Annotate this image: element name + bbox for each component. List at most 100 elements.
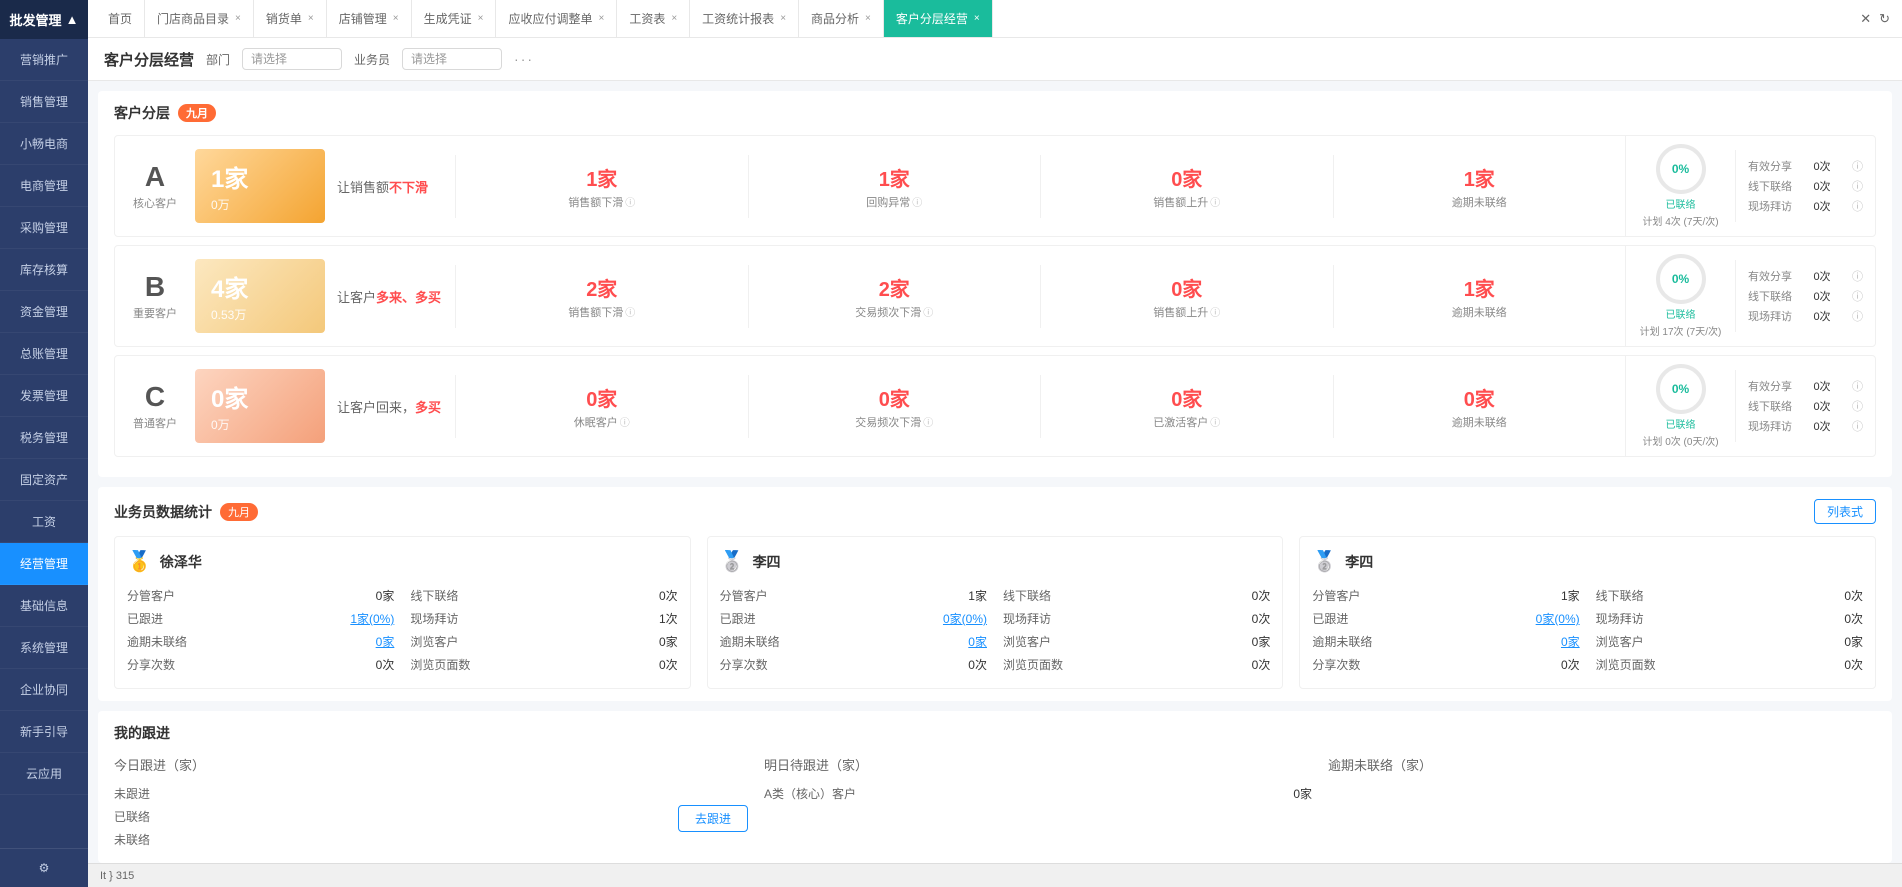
info-icon[interactable]: ⓘ [1210, 304, 1220, 319]
sidebar-item-库存核算[interactable]: 库存核算 [0, 249, 88, 291]
sidebar-item-发票管理[interactable]: 发票管理 [0, 375, 88, 417]
staff-stat-value: 0家 [1252, 633, 1271, 650]
tab-close-icon[interactable]: × [393, 14, 399, 24]
tab-门店商品目录[interactable]: 门店商品目录× [145, 0, 254, 38]
staff-section: 业务员数据统计 九月 列表式 🥇徐泽华分管客户0家已跟进1家(0%)逾期未联络0… [98, 487, 1892, 701]
sidebar-item-新手引导[interactable]: 新手引导 [0, 711, 88, 753]
staff-name: 徐泽华 [160, 552, 202, 572]
info-icon[interactable]: ⓘ [1210, 194, 1220, 209]
info-icon[interactable]: ⓘ [923, 304, 933, 319]
sidebar-item-工资[interactable]: 工资 [0, 501, 88, 543]
tab-close-icon[interactable]: × [478, 14, 484, 24]
tier-a-circle: 0% 已联络 计划 4次 (7天/次) [1625, 136, 1735, 236]
staff-stat-value[interactable]: 0家 [376, 633, 395, 650]
info-icon[interactable]: ⓘ [923, 414, 933, 429]
tab-close-icon[interactable]: × [598, 14, 604, 24]
tier-b-right-stats: 有效分享 0次 ⓘ 线下联络 0次 ⓘ 现场拜访 0次 ⓘ [1735, 260, 1875, 332]
today-followup-col: 今日跟进（家） 未跟进 已联络 未联络 [114, 755, 662, 851]
info-icon[interactable]: ⓘ [1852, 178, 1863, 194]
staff-stat-value: 0次 [1844, 656, 1863, 673]
staff-stat-value[interactable]: 0家 [968, 633, 987, 650]
gear-icon: ⚙ [39, 861, 50, 875]
tier-c-label: C 普通客户 [115, 369, 195, 443]
tier-c-row: C 普通客户 0家 0万 让客户回来，多买 0家 休眠客户 ⓘ [114, 355, 1876, 457]
tab-工资统计报表[interactable]: 工资统计报表× [690, 0, 799, 38]
tab-close-icon[interactable]: × [974, 14, 980, 24]
followup-grid: 今日跟进（家） 未跟进 已联络 未联络 去跟进 明日待跟进（家） [114, 755, 1876, 851]
tier-b-count: 4家 0.53万 [195, 259, 325, 333]
sidebar-item-云应用[interactable]: 云应用 [0, 753, 88, 795]
sidebar-item-企业协同[interactable]: 企业协同 [0, 669, 88, 711]
staff-stat-value[interactable]: 0家(0%) [943, 610, 987, 627]
dept-select[interactable]: 请选择 [242, 48, 342, 70]
tab-bar: 首页门店商品目录×销货单×店铺管理×生成凭证×应收应付调整单×工资表×工资统计报… [88, 0, 1902, 38]
info-icon[interactable]: ⓘ [1852, 418, 1863, 434]
tier-a-stat3: 0家 销售额上升 ⓘ [1040, 155, 1333, 218]
tab-close-icon[interactable]: × [308, 14, 314, 24]
info-icon[interactable]: ⓘ [625, 304, 635, 319]
sidebar-item-总账管理[interactable]: 总账管理 [0, 333, 88, 375]
tab-close-icon[interactable]: × [865, 14, 871, 24]
sidebar-item-销售管理[interactable]: 销售管理 [0, 81, 88, 123]
info-icon[interactable]: ⓘ [1852, 308, 1863, 324]
more-filter[interactable]: ··· [514, 51, 534, 67]
tab-销货单[interactable]: 销货单× [254, 0, 327, 38]
staff-stat-value: 1家 [968, 587, 987, 604]
tab-工资表[interactable]: 工资表× [617, 0, 690, 38]
sidebar-item-固定资产[interactable]: 固定资产 [0, 459, 88, 501]
tab-close-icon[interactable]: × [235, 14, 241, 24]
staff-select[interactable]: 请选择 [402, 48, 502, 70]
sidebar-item-电商管理[interactable]: 电商管理 [0, 165, 88, 207]
tab-客户分层经营[interactable]: 客户分层经营× [884, 0, 993, 38]
info-icon[interactable]: ⓘ [1852, 158, 1863, 174]
sidebar-item-基础信息[interactable]: 基础信息 [0, 585, 88, 627]
staff-name: 李四 [753, 552, 781, 572]
info-icon[interactable]: ⓘ [912, 194, 922, 209]
staff-stat-value[interactable]: 0家 [1561, 633, 1580, 650]
staff-stat-value[interactable]: 1家(0%) [350, 610, 394, 627]
staff-card-header-1: 🥈李四 [720, 549, 1271, 574]
tab-生成凭证[interactable]: 生成凭证× [412, 0, 497, 38]
sidebar-item-经营管理[interactable]: 经营管理 [0, 543, 88, 585]
followup-section: 我的跟进 今日跟进（家） 未跟进 已联络 未联络 去跟进 [98, 711, 1892, 863]
staff-stat-row: 浏览页面数0次 [1596, 653, 1863, 676]
tier-b-stat1: 2家 销售额下滑 ⓘ [455, 265, 748, 328]
go-followup-button[interactable]: 去跟进 [678, 805, 748, 832]
staff-stat-value[interactable]: 0家(0%) [1536, 610, 1580, 627]
info-icon[interactable]: ⓘ [1852, 398, 1863, 414]
info-icon[interactable]: ⓘ [1852, 288, 1863, 304]
tab-应收应付调整单[interactable]: 应收应付调整单× [496, 0, 617, 38]
tab-close-icon[interactable]: × [780, 14, 786, 24]
info-icon[interactable]: ⓘ [625, 194, 635, 209]
tab-首页[interactable]: 首页 [96, 0, 145, 38]
sidebar-settings[interactable]: ⚙ [0, 848, 88, 887]
tier-a-right-stats: 有效分享 0次 ⓘ 线下联络 0次 ⓘ 现场拜访 0次 ⓘ [1735, 150, 1875, 222]
list-view-button[interactable]: 列表式 [1814, 499, 1876, 524]
sidebar-item-营销推广[interactable]: 营销推广 [0, 39, 88, 81]
info-icon[interactable]: ⓘ [1852, 198, 1863, 214]
close-all-icon[interactable]: ✕ [1860, 11, 1871, 27]
sidebar-item-资金管理[interactable]: 资金管理 [0, 291, 88, 333]
sidebar-item-税务管理[interactable]: 税务管理 [0, 417, 88, 459]
sidebar-item-小畅电商[interactable]: 小畅电商 [0, 123, 88, 165]
customer-section-title: 客户分层 九月 [114, 103, 1876, 123]
sidebar-item-采购管理[interactable]: 采购管理 [0, 207, 88, 249]
refresh-icon[interactable]: ↻ [1879, 11, 1890, 27]
tier-c-stat1: 0家 休眠客户 ⓘ [455, 375, 748, 438]
tab-商品分析[interactable]: 商品分析× [799, 0, 884, 38]
sidebar-top[interactable]: 批发管理 ▲ [0, 0, 88, 39]
info-icon[interactable]: ⓘ [620, 414, 630, 429]
staff-card-header-2: 🥈李四 [1312, 549, 1863, 574]
info-icon[interactable]: ⓘ [1852, 378, 1863, 394]
tab-店铺管理[interactable]: 店铺管理× [327, 0, 412, 38]
sidebar-item-系统管理[interactable]: 系统管理 [0, 627, 88, 669]
staff-card-0: 🥇徐泽华分管客户0家已跟进1家(0%)逾期未联络0家分享次数0次线下联络0次现场… [114, 536, 691, 689]
tier-b-label: B 重要客户 [115, 259, 195, 333]
info-icon[interactable]: ⓘ [1210, 414, 1220, 429]
info-icon[interactable]: ⓘ [1852, 268, 1863, 284]
staff-stat-row: 线下联络0次 [1596, 584, 1863, 607]
staff-stat-value: 1次 [659, 610, 678, 627]
staff-stat-value: 0次 [1561, 656, 1580, 673]
sidebar-title: 批发管理 [10, 10, 62, 29]
tab-close-icon[interactable]: × [671, 14, 677, 24]
